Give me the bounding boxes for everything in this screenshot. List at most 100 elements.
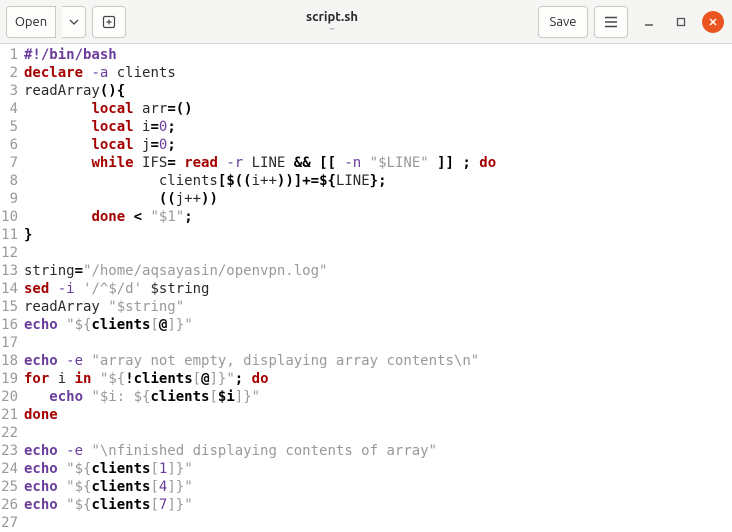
open-button[interactable]: Open <box>6 6 56 38</box>
line-content: ((j++)) <box>24 190 732 208</box>
line-content: echo -e "\nfinished displaying contents … <box>24 442 732 460</box>
line-content <box>24 244 732 262</box>
line-content: echo "${clients[1]}" <box>24 460 732 478</box>
line-content: string="/home/aqsayasin/openvpn.log" <box>24 262 732 280</box>
hamburger-icon <box>604 16 618 28</box>
code-line[interactable]: 19for i in "${!clients[@]}"; do <box>0 370 732 388</box>
maximize-icon <box>676 17 686 27</box>
code-line[interactable]: 13string="/home/aqsayasin/openvpn.log" <box>0 262 732 280</box>
line-number: 13 <box>0 262 24 280</box>
code-line[interactable]: 20 echo "$i: ${clients[$i]}" <box>0 388 732 406</box>
window-controls <box>638 11 724 33</box>
code-line[interactable]: 24echo "${clients[1]}" <box>0 460 732 478</box>
line-content <box>24 514 732 532</box>
code-line[interactable]: 14sed -i '/^$/d' $string <box>0 280 732 298</box>
code-line[interactable]: 22 <box>0 424 732 442</box>
code-line[interactable]: 6 local j=0; <box>0 136 732 154</box>
line-content: clients[$((i++))]+=${LINE}; <box>24 172 732 190</box>
titlebar: Open script.sh ~ Save <box>0 0 732 44</box>
line-number: 25 <box>0 478 24 496</box>
document-title: script.sh <box>132 10 532 24</box>
line-content: while IFS= read -r LINE && [[ -n "$LINE"… <box>24 154 732 172</box>
line-number: 5 <box>0 118 24 136</box>
line-content: local i=0; <box>24 118 732 136</box>
line-number: 3 <box>0 82 24 100</box>
line-content: readArray "$string" <box>24 298 732 316</box>
new-tab-button[interactable] <box>92 6 126 38</box>
line-number: 14 <box>0 280 24 298</box>
code-line[interactable]: 25echo "${clients[4]}" <box>0 478 732 496</box>
code-line[interactable]: 10 done < "$1"; <box>0 208 732 226</box>
line-number: 10 <box>0 208 24 226</box>
code-line[interactable]: 9 ((j++)) <box>0 190 732 208</box>
line-content: done <box>24 406 732 424</box>
line-content: for i in "${!clients[@]}"; do <box>24 370 732 388</box>
new-tab-icon <box>101 14 117 30</box>
line-number: 9 <box>0 190 24 208</box>
chevron-down-icon <box>69 19 79 25</box>
line-number: 12 <box>0 244 24 262</box>
open-dropdown-button[interactable] <box>62 6 86 38</box>
code-line[interactable]: 11} <box>0 226 732 244</box>
line-content: done < "$1"; <box>24 208 732 226</box>
document-path: ~ <box>132 23 532 34</box>
line-content: echo "${clients[@]}" <box>24 316 732 334</box>
code-line[interactable]: 4 local arr=() <box>0 100 732 118</box>
line-content: sed -i '/^$/d' $string <box>24 280 732 298</box>
code-line[interactable]: 17 <box>0 334 732 352</box>
line-number: 24 <box>0 460 24 478</box>
code-line[interactable]: 16echo "${clients[@]}" <box>0 316 732 334</box>
line-content: local j=0; <box>24 136 732 154</box>
line-number: 19 <box>0 370 24 388</box>
line-number: 7 <box>0 154 24 172</box>
code-line[interactable]: 18echo -e "array not empty, displaying a… <box>0 352 732 370</box>
code-line[interactable]: 3readArray(){ <box>0 82 732 100</box>
maximize-button[interactable] <box>670 11 692 33</box>
code-editor[interactable]: 1#!/bin/bash2declare -a clients3readArra… <box>0 44 732 532</box>
line-number: 15 <box>0 298 24 316</box>
line-number: 6 <box>0 136 24 154</box>
line-number: 20 <box>0 388 24 406</box>
line-number: 26 <box>0 496 24 514</box>
minimize-icon <box>644 17 654 27</box>
line-number: 22 <box>0 424 24 442</box>
line-content: echo -e "array not empty, displaying arr… <box>24 352 732 370</box>
line-number: 27 <box>0 514 24 532</box>
line-content: echo "$i: ${clients[$i]}" <box>24 388 732 406</box>
line-number: 16 <box>0 316 24 334</box>
code-line[interactable]: 2declare -a clients <box>0 64 732 82</box>
line-content: echo "${clients[7]}" <box>24 496 732 514</box>
line-content: local arr=() <box>24 100 732 118</box>
line-number: 8 <box>0 172 24 190</box>
code-line[interactable]: 26echo "${clients[7]}" <box>0 496 732 514</box>
line-number: 11 <box>0 226 24 244</box>
save-button[interactable]: Save <box>538 6 588 38</box>
code-line[interactable]: 12 <box>0 244 732 262</box>
hamburger-menu-button[interactable] <box>594 6 628 38</box>
line-content: } <box>24 226 732 244</box>
code-line[interactable]: 15readArray "$string" <box>0 298 732 316</box>
line-content <box>24 334 732 352</box>
close-button[interactable] <box>702 11 724 33</box>
line-number: 4 <box>0 100 24 118</box>
line-content: readArray(){ <box>24 82 732 100</box>
code-line[interactable]: 27 <box>0 514 732 532</box>
code-line[interactable]: 21done <box>0 406 732 424</box>
line-content <box>24 424 732 442</box>
minimize-button[interactable] <box>638 11 660 33</box>
code-line[interactable]: 7 while IFS= read -r LINE && [[ -n "$LIN… <box>0 154 732 172</box>
line-number: 2 <box>0 64 24 82</box>
line-number: 1 <box>0 46 24 64</box>
code-line[interactable]: 23echo -e "\nfinished displaying content… <box>0 442 732 460</box>
title-area: script.sh ~ <box>132 10 532 34</box>
close-icon <box>708 17 718 27</box>
code-line[interactable]: 1#!/bin/bash <box>0 46 732 64</box>
line-number: 23 <box>0 442 24 460</box>
line-number: 17 <box>0 334 24 352</box>
code-line[interactable]: 8 clients[$((i++))]+=${LINE}; <box>0 172 732 190</box>
line-content: declare -a clients <box>24 64 732 82</box>
line-number: 21 <box>0 406 24 424</box>
code-line[interactable]: 5 local i=0; <box>0 118 732 136</box>
line-content: #!/bin/bash <box>24 46 732 64</box>
line-number: 18 <box>0 352 24 370</box>
